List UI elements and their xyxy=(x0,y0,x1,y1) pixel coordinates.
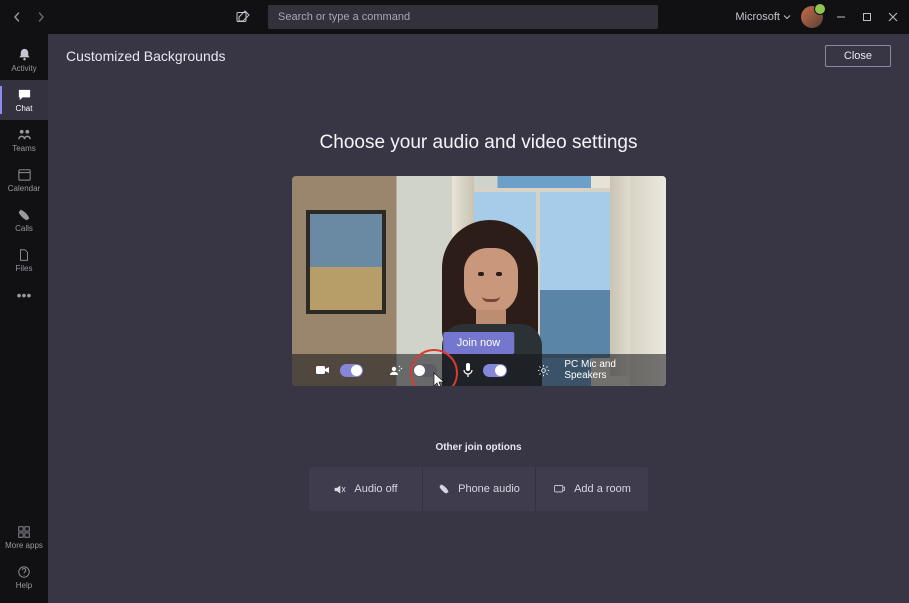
help-icon xyxy=(17,565,31,579)
rail-calls[interactable]: Calls xyxy=(0,200,48,240)
new-chat-icon[interactable] xyxy=(232,6,254,28)
title-bar: Search or type a command Microsoft xyxy=(0,0,909,34)
panel-content: Choose your audio and video settings Joi… xyxy=(48,78,909,603)
microphone-icon xyxy=(463,363,473,377)
device-settings-button[interactable] xyxy=(537,364,550,377)
app-root: Search or type a command Microsoft xyxy=(0,0,909,603)
chat-icon xyxy=(17,87,32,102)
option-add-room[interactable]: Add a room xyxy=(535,467,648,511)
maximize-button[interactable] xyxy=(859,9,875,25)
rail-help[interactable]: Help xyxy=(0,557,48,597)
phone-icon xyxy=(438,483,450,495)
chevron-down-icon xyxy=(783,13,791,21)
rail-chat[interactable]: Chat xyxy=(0,80,48,120)
minimize-button[interactable] xyxy=(833,9,849,25)
panel-title: Customized Backgrounds xyxy=(66,48,226,64)
phone-icon xyxy=(17,208,31,222)
close-button[interactable]: Close xyxy=(825,45,891,67)
option-audio-off[interactable]: Audio off xyxy=(309,467,422,511)
join-now-button[interactable]: Join now xyxy=(443,332,514,354)
prejoin-heading: Choose your audio and video settings xyxy=(320,132,638,154)
other-options-heading: Other join options xyxy=(435,442,521,453)
panel-header: Customized Backgrounds Close xyxy=(48,34,909,78)
background-effects-icon xyxy=(389,364,403,376)
calendar-icon xyxy=(17,167,32,182)
avatar[interactable] xyxy=(801,6,823,28)
rail-more[interactable]: ••• xyxy=(0,280,48,310)
teams-icon xyxy=(17,127,32,142)
other-options: Audio off Phone audio Add a room xyxy=(309,467,648,511)
option-phone-audio[interactable]: Phone audio xyxy=(422,467,535,511)
rail-files[interactable]: Files xyxy=(0,240,48,280)
camera-icon xyxy=(316,364,330,376)
video-preview: Join now xyxy=(292,176,666,386)
camera-toggle[interactable] xyxy=(340,364,364,377)
app-rail: Activity Chat Teams Calendar xyxy=(0,34,48,603)
search-input[interactable]: Search or type a command xyxy=(268,5,658,29)
prejoin-panel: Customized Backgrounds Close Choose your… xyxy=(48,34,909,603)
apps-icon xyxy=(17,525,31,539)
audio-device-label[interactable]: PC Mic and Speakers xyxy=(564,359,641,381)
org-switcher[interactable]: Microsoft xyxy=(735,11,791,23)
ellipsis-icon: ••• xyxy=(17,288,32,302)
forward-button[interactable] xyxy=(32,8,50,26)
rail-calendar[interactable]: Calendar xyxy=(0,160,48,200)
close-window-button[interactable] xyxy=(885,9,901,25)
microphone-toggle[interactable] xyxy=(483,364,507,377)
cursor-icon xyxy=(432,372,446,386)
preview-controls: PC Mic and Speakers xyxy=(292,354,666,386)
search-placeholder: Search or type a command xyxy=(278,11,410,23)
add-room-icon xyxy=(553,483,566,496)
rail-more-apps[interactable]: More apps xyxy=(0,517,48,557)
app-body: Activity Chat Teams Calendar xyxy=(0,34,909,603)
bell-icon xyxy=(17,47,32,62)
files-icon xyxy=(17,248,31,262)
rail-teams[interactable]: Teams xyxy=(0,120,48,160)
rail-activity[interactable]: Activity xyxy=(0,40,48,80)
speaker-off-icon xyxy=(333,483,346,496)
back-button[interactable] xyxy=(8,8,26,26)
